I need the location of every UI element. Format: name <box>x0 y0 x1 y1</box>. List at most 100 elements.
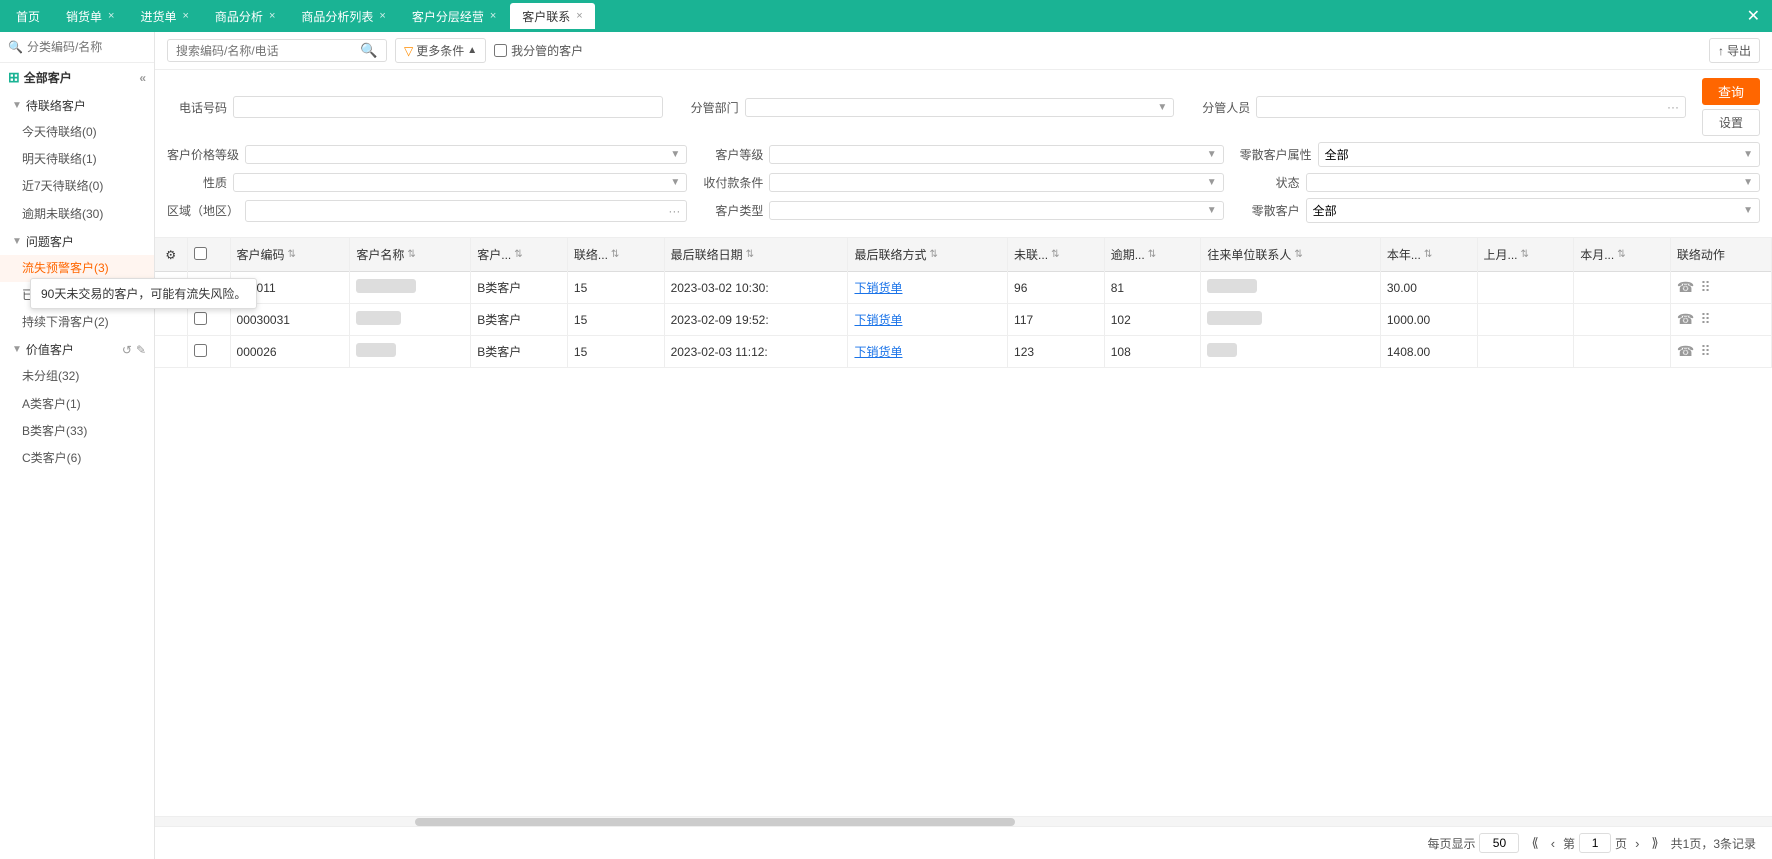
col-this-year[interactable]: 本年... ⇅ <box>1380 238 1477 272</box>
tab-analysis-close[interactable]: × <box>269 10 275 22</box>
main-search-button[interactable]: 🔍 <box>360 42 377 59</box>
form-actions: 查询 设置 <box>1702 78 1760 136</box>
sidebar-item-ungrouped[interactable]: 未分组(32) <box>0 363 154 390</box>
tab-customer-layer[interactable]: 客户分层经营 × <box>400 3 508 29</box>
sidebar-item-declining[interactable]: 持续下滑客户(2) <box>0 309 154 336</box>
filter-nature-select[interactable]: ▼ <box>233 173 687 192</box>
tab-purchase-close[interactable]: × <box>182 10 188 22</box>
tab-customer-layer-close[interactable]: × <box>490 10 496 22</box>
col-last-month[interactable]: 上月... ⇅ <box>1477 238 1574 272</box>
tab-purchase-label: 进货单 <box>140 8 176 25</box>
col-no-contact-label: 未联... <box>1014 246 1048 263</box>
col-this-month[interactable]: 本月... ⇅ <box>1574 238 1671 272</box>
col-code-label: 客户编码 <box>237 246 285 263</box>
filter-cust-type-select[interactable]: ▼ <box>769 201 1223 220</box>
refresh-icon[interactable]: ↺ <box>122 343 132 357</box>
window-close-icon[interactable]: ✕ <box>1739 6 1768 26</box>
current-page-input[interactable] <box>1579 833 1611 853</box>
col-code[interactable]: 客户编码 ⇅ <box>230 238 350 272</box>
last-method-link-2[interactable]: 下销货单 <box>854 345 902 359</box>
export-button[interactable]: ↑ 导出 <box>1709 38 1760 63</box>
sidebar-item-c-class[interactable]: C类客户(6) <box>0 445 154 472</box>
row-last-method-2[interactable]: 下销货单 <box>848 336 1008 368</box>
last-method-link-1[interactable]: 下销货单 <box>854 313 902 327</box>
page-size-input[interactable] <box>1479 833 1519 853</box>
arrow-down-icon: ▼ <box>12 100 22 111</box>
sidebar-item-b-class[interactable]: B类客户(33) <box>0 418 154 445</box>
prev-page-button[interactable]: ‹ <box>1547 834 1559 853</box>
action-more-icon-0[interactable]: ⠿ <box>1700 279 1710 296</box>
filter-dept-select[interactable]: ▼ <box>745 98 1175 117</box>
horizontal-scrollbar[interactable] <box>155 816 1772 826</box>
my-customers-checkbox[interactable] <box>494 44 507 57</box>
col-no-contact[interactable]: 未联... ⇅ <box>1008 238 1105 272</box>
filter-retail-cust-select[interactable]: 全部 ▼ <box>1306 198 1760 223</box>
filter-manager-select[interactable]: ··· <box>1256 96 1686 118</box>
collapse-icon[interactable]: « <box>139 71 146 85</box>
col-last-month-label: 上月... <box>1484 246 1518 263</box>
filter-payment-select[interactable]: ▼ <box>769 173 1223 192</box>
row-select-2[interactable] <box>194 344 207 357</box>
tab-analysis-list[interactable]: 商品分析列表 × <box>289 3 397 29</box>
sidebar-group-pending[interactable]: ▼ 待联络客户 <box>0 92 154 119</box>
filter-region-select[interactable]: ··· <box>245 200 687 222</box>
action-more-icon-1[interactable]: ⠿ <box>1700 311 1710 328</box>
sidebar-item-tomorrow-pending[interactable]: 明天待联络(1) <box>0 146 154 173</box>
all-customers-label: 全部客户 <box>24 69 72 86</box>
col-select-all[interactable] <box>187 238 230 272</box>
tab-purchase[interactable]: 进货单 × <box>128 3 200 29</box>
row-this-month-0 <box>1574 272 1671 304</box>
sidebar-search-input[interactable] <box>27 40 155 54</box>
sidebar-item-overdue-pending[interactable]: 逾期未联络(30) <box>0 201 154 228</box>
tab-analysis[interactable]: 商品分析 × <box>203 3 287 29</box>
main-search-input[interactable] <box>176 44 356 58</box>
col-contact-count[interactable]: 联络... ⇅ <box>567 238 664 272</box>
last-method-link-0[interactable]: 下销货单 <box>854 281 902 295</box>
tab-sales[interactable]: 销货单 × <box>54 3 126 29</box>
sidebar-group-problem[interactable]: ▼ 问题客户 <box>0 228 154 255</box>
col-overdue[interactable]: 逾期... ⇅ <box>1104 238 1201 272</box>
col-name[interactable]: 客户名称 ⇅ <box>350 238 471 272</box>
tab-customer-layer-label: 客户分层经营 <box>412 8 484 25</box>
col-unit-contact[interactable]: 往来单位联系人 ⇅ <box>1201 238 1380 272</box>
filter-retail-attr-select[interactable]: 全部 ▼ <box>1318 142 1760 167</box>
sidebar-item-7days-pending[interactable]: 近7天待联络(0) <box>0 173 154 200</box>
col-last-method[interactable]: 最后联络方式 ⇅ <box>848 238 1008 272</box>
tab-home[interactable]: 首页 <box>4 3 52 29</box>
sidebar-group-value[interactable]: ▼ 价值客户 ↺ ✎ <box>0 336 154 363</box>
table-row: 000026 B类客户 15 2023-02-03 11:12: 下销货单 12… <box>155 336 1772 368</box>
scrollbar-thumb[interactable] <box>415 818 1015 826</box>
col-gear[interactable]: ⚙ <box>155 238 187 272</box>
filter-cust-level-select[interactable]: ▼ <box>769 145 1223 164</box>
row-last-method-0[interactable]: 下销货单 <box>848 272 1008 304</box>
query-button[interactable]: 查询 <box>1702 78 1760 105</box>
filter-status-select[interactable]: ▼ <box>1306 173 1760 192</box>
sidebar-item-today-pending[interactable]: 今天待联络(0) <box>0 119 154 146</box>
col-last-date[interactable]: 最后联络日期 ⇅ <box>664 238 848 272</box>
action-contact-icon-0[interactable]: ☎ <box>1677 279 1694 296</box>
tab-analysis-list-close[interactable]: × <box>379 10 385 22</box>
my-customers-checkbox-label[interactable]: 我分管的客户 <box>494 42 583 59</box>
sidebar-all-customers[interactable]: ⊞ 全部客户 « <box>0 63 154 92</box>
filter-phone-input[interactable] <box>233 96 663 118</box>
settings-button[interactable]: 设置 <box>1702 109 1760 136</box>
row-checkbox-2[interactable] <box>187 336 230 368</box>
col-type[interactable]: 客户... ⇅ <box>471 238 568 272</box>
row-select-1[interactable] <box>194 312 207 325</box>
last-page-button[interactable]: ⟫ <box>1647 833 1662 853</box>
next-page-button[interactable]: › <box>1631 834 1643 853</box>
row-overdue-0: 81 <box>1104 272 1201 304</box>
tab-customer-contact-close[interactable]: × <box>576 10 582 22</box>
select-all-checkbox[interactable] <box>194 247 207 260</box>
row-last-method-1[interactable]: 下销货单 <box>848 304 1008 336</box>
filter-price-level-select[interactable]: ▼ <box>245 145 687 164</box>
tab-customer-contact[interactable]: 客户联系 × <box>510 3 594 29</box>
more-filter-button[interactable]: ▽ 更多条件 ▲ <box>395 38 486 63</box>
action-contact-icon-1[interactable]: ☎ <box>1677 311 1694 328</box>
action-more-icon-2[interactable]: ⠿ <box>1700 343 1710 360</box>
action-contact-icon-2[interactable]: ☎ <box>1677 343 1694 360</box>
edit-icon[interactable]: ✎ <box>136 343 146 357</box>
first-page-button[interactable]: ⟪ <box>1527 833 1542 853</box>
tab-sales-close[interactable]: × <box>108 10 114 22</box>
sidebar-item-a-class[interactable]: A类客户(1) <box>0 391 154 418</box>
